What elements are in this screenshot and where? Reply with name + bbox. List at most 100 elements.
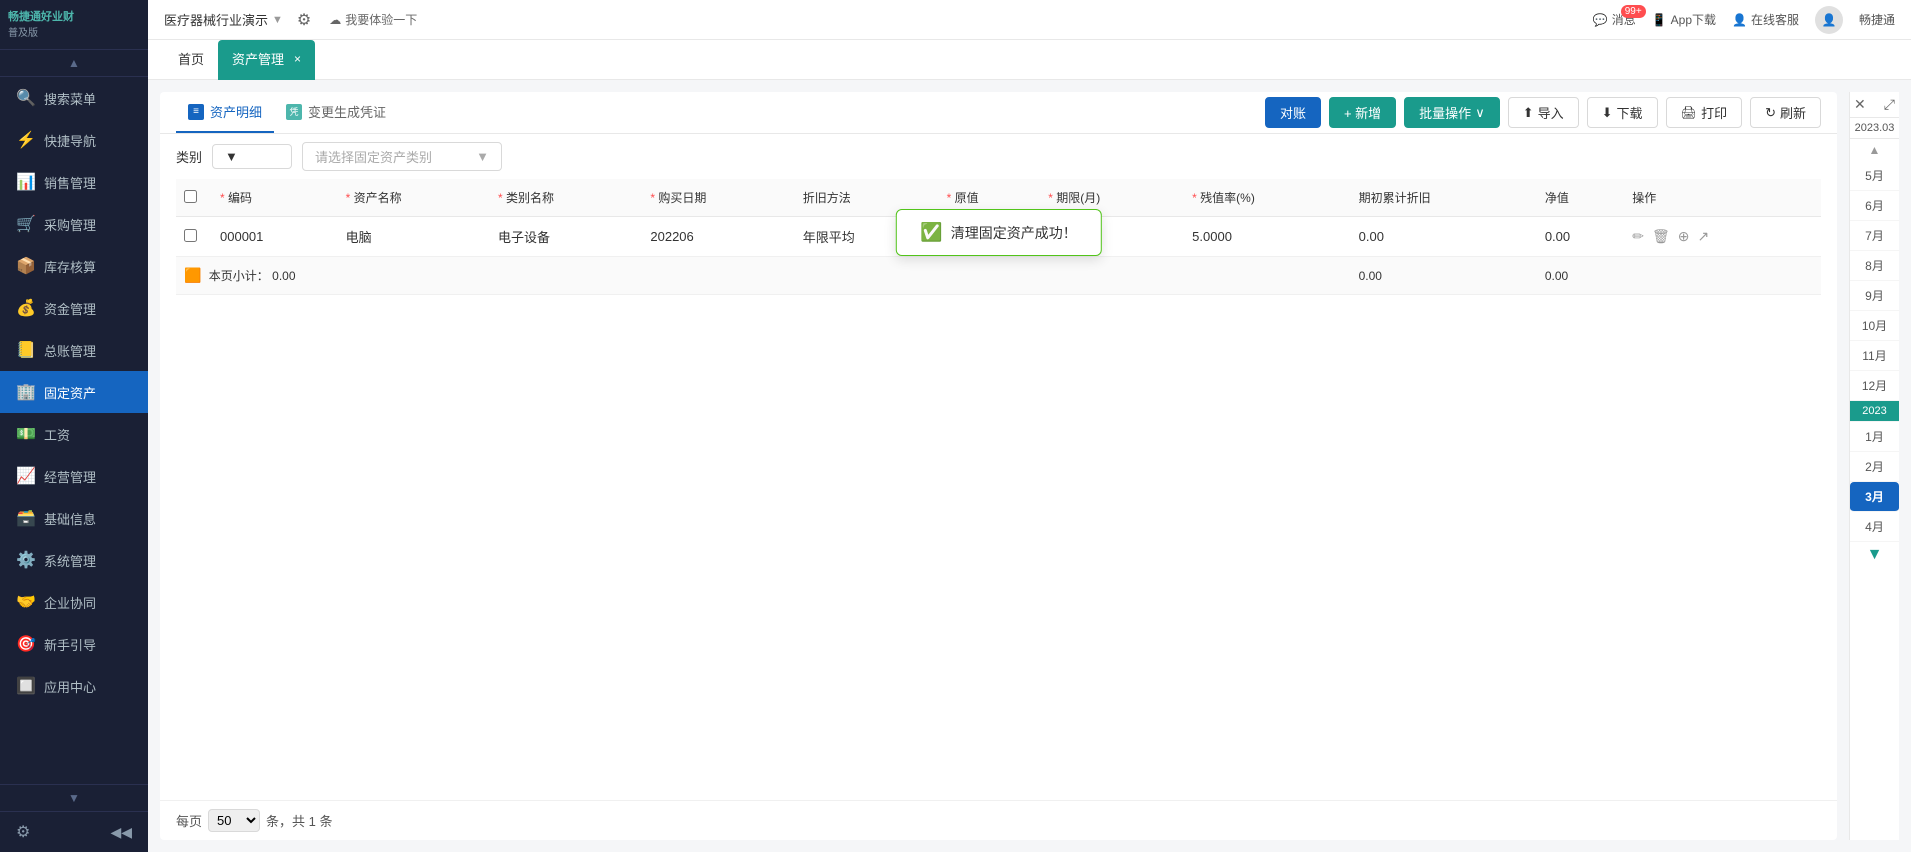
calendar-nav-up[interactable]: ▲: [1850, 139, 1899, 161]
calendar-nav-down[interactable]: ▼: [1850, 542, 1899, 568]
sidebar-item-label: 工资: [44, 425, 70, 444]
system-icon: ⚙️: [16, 550, 36, 570]
panel-expand-icon[interactable]: ⤢: [1884, 96, 1895, 113]
sales-icon: 📊: [16, 172, 36, 192]
sidebar-item-label: 系统管理: [44, 551, 96, 570]
company-selector[interactable]: 医疗器械行业演示 ▼: [164, 10, 283, 29]
filter-category-select-type[interactable]: ▼: [212, 144, 292, 169]
sidebar-scroll-down[interactable]: ▼: [68, 789, 80, 807]
sidebar-item-system[interactable]: ⚙️ 系统管理: [0, 539, 148, 581]
per-page-select[interactable]: 50 10 20 100: [208, 809, 260, 832]
page-content: ≡ 资产明细 凭 变更生成凭证 对账 + 新增: [148, 80, 1911, 852]
user-avatar[interactable]: 👤: [1815, 6, 1843, 34]
panel-close-icon[interactable]: ✕: [1854, 96, 1866, 113]
export-button[interactable]: ⬆ 导入: [1508, 97, 1579, 128]
experience-button[interactable]: ☁ 我要体验一下: [329, 11, 417, 28]
tab-close-icon[interactable]: ×: [294, 52, 301, 66]
calendar-month-8[interactable]: 8月: [1850, 251, 1899, 281]
subtotal-empty1: [939, 257, 1041, 295]
sidebar-scroll-up[interactable]: ▲: [68, 54, 80, 72]
batch-button[interactable]: 批量操作 ∨: [1404, 97, 1500, 128]
sidebar-item-quicknav[interactable]: ⚡ 快捷导航: [0, 119, 148, 161]
sub-tab-detail[interactable]: ≡ 资产明细: [176, 92, 274, 133]
success-toast: ✅ 清理固定资产成功！: [895, 209, 1101, 256]
calendar-month-2[interactable]: 2月: [1850, 452, 1899, 482]
sidebar-item-label: 销售管理: [44, 173, 96, 192]
sidebar-item-fixed-assets[interactable]: 🏢 固定资产: [0, 371, 148, 413]
th-checkbox: [176, 179, 212, 217]
appstore-icon: 🔲: [16, 676, 36, 696]
sidebar-footer: ⚙ ◀◀: [0, 811, 148, 852]
per-page-label: 每页: [176, 811, 202, 830]
sidebar-item-base[interactable]: 🗃️ 基础信息: [0, 497, 148, 539]
settings-footer-icon[interactable]: ⚙: [16, 822, 30, 842]
calendar-month-12[interactable]: 12月: [1850, 371, 1899, 401]
subtotal-icon: 🟧: [184, 267, 201, 283]
sidebar-item-label: 应用中心: [44, 677, 96, 696]
sidebar-item-payroll[interactable]: 💵 工资: [0, 413, 148, 455]
refresh-button[interactable]: ↻ 刷新: [1750, 97, 1821, 128]
ledger-icon: 📒: [16, 340, 36, 360]
base-icon: 🗃️: [16, 508, 36, 528]
subtotal-original: 0.00: [272, 269, 295, 283]
sidebar-item-finance[interactable]: 💰 资金管理: [0, 287, 148, 329]
calendar-month-10[interactable]: 10月: [1850, 311, 1899, 341]
sidebar-item-ledger[interactable]: 📒 总账管理: [0, 329, 148, 371]
th-name: * 资产名称: [338, 179, 490, 217]
refresh-icon: ↻: [1765, 105, 1776, 121]
sidebar-item-purchase[interactable]: 🛒 采购管理: [0, 203, 148, 245]
topbar-settings-icon[interactable]: ⚙: [297, 10, 311, 30]
sidebar-item-label: 总账管理: [44, 341, 96, 360]
sidebar-header: 畅捷通好业财 普及版: [0, 0, 148, 50]
row-actions: ✏ 🗑 ⊕ ↗: [1624, 217, 1821, 257]
filter-category-select[interactable]: 请选择固定资产类别 ▼: [302, 142, 502, 171]
username-label[interactable]: 畅捷通: [1859, 11, 1895, 28]
sidebar-item-collab[interactable]: 🤝 企业协同: [0, 581, 148, 623]
sidebar-item-label: 库存核算: [44, 257, 96, 276]
sidebar-item-sales[interactable]: 📊 销售管理: [0, 161, 148, 203]
calendar-month-6[interactable]: 6月: [1850, 191, 1899, 221]
select-all-checkbox[interactable]: [184, 190, 197, 203]
guide-icon: 🎯: [16, 634, 36, 654]
tab-asset[interactable]: 资产管理 ×: [218, 40, 315, 80]
row-net-value: 0.00: [1537, 217, 1624, 257]
tab-asset-label: 资产管理: [232, 49, 284, 68]
service-action[interactable]: 👤 在线客服: [1732, 11, 1799, 28]
edit-icon[interactable]: ✏: [1632, 228, 1644, 245]
app-download-action[interactable]: 📱 App下载: [1652, 11, 1716, 28]
sidebar-item-guide[interactable]: 🎯 新手引导: [0, 623, 148, 665]
sub-tab-voucher[interactable]: 凭 变更生成凭证: [274, 92, 398, 133]
sidebar-item-inventory[interactable]: 📦 库存核算: [0, 245, 148, 287]
reconcile-button[interactable]: 对账: [1265, 97, 1321, 128]
experience-label: 我要体验一下: [345, 11, 417, 28]
tab-home[interactable]: 首页: [164, 40, 218, 80]
app-icon: 📱: [1652, 13, 1667, 27]
row-checkbox[interactable]: [184, 229, 197, 242]
sidebar-collapse-button[interactable]: ◀◀: [110, 824, 132, 841]
message-action[interactable]: 💬 消息 99+: [1593, 11, 1636, 28]
calendar-down-highlight: ▼: [1867, 546, 1883, 563]
reconcile-label: 对账: [1280, 103, 1306, 122]
copy-icon[interactable]: ⊕: [1678, 228, 1690, 245]
sidebar-item-appstore[interactable]: 🔲 应用中心: [0, 665, 148, 707]
download-button[interactable]: ⬇ 下载: [1587, 97, 1658, 128]
calendar-month-9[interactable]: 9月: [1850, 281, 1899, 311]
sidebar-item-label: 经营管理: [44, 467, 96, 486]
sidebar-item-search[interactable]: 🔍 搜索菜单: [0, 77, 148, 119]
delete-icon[interactable]: 🗑: [1652, 228, 1670, 245]
calendar-month-5[interactable]: 5月: [1850, 161, 1899, 191]
calendar-month-4[interactable]: 4月: [1850, 512, 1899, 542]
more-icon[interactable]: ↗: [1697, 228, 1709, 245]
print-button[interactable]: 🖨 打印: [1666, 97, 1743, 128]
refresh-label: 刷新: [1780, 103, 1806, 122]
sidebar-item-ops[interactable]: 📈 经营管理: [0, 455, 148, 497]
message-icon: 💬: [1593, 13, 1608, 27]
calendar-month-7[interactable]: 7月: [1850, 221, 1899, 251]
calendar-month-3-active[interactable]: 3月: [1850, 482, 1899, 512]
avatar-icon: 👤: [1822, 13, 1837, 27]
new-button[interactable]: + 新增: [1329, 97, 1396, 128]
calendar-month-11[interactable]: 11月: [1850, 341, 1899, 371]
success-message: 清理固定资产成功！: [951, 223, 1077, 243]
calendar-year-header: 2023.03: [1850, 118, 1899, 139]
calendar-month-1[interactable]: 1月: [1850, 422, 1899, 452]
